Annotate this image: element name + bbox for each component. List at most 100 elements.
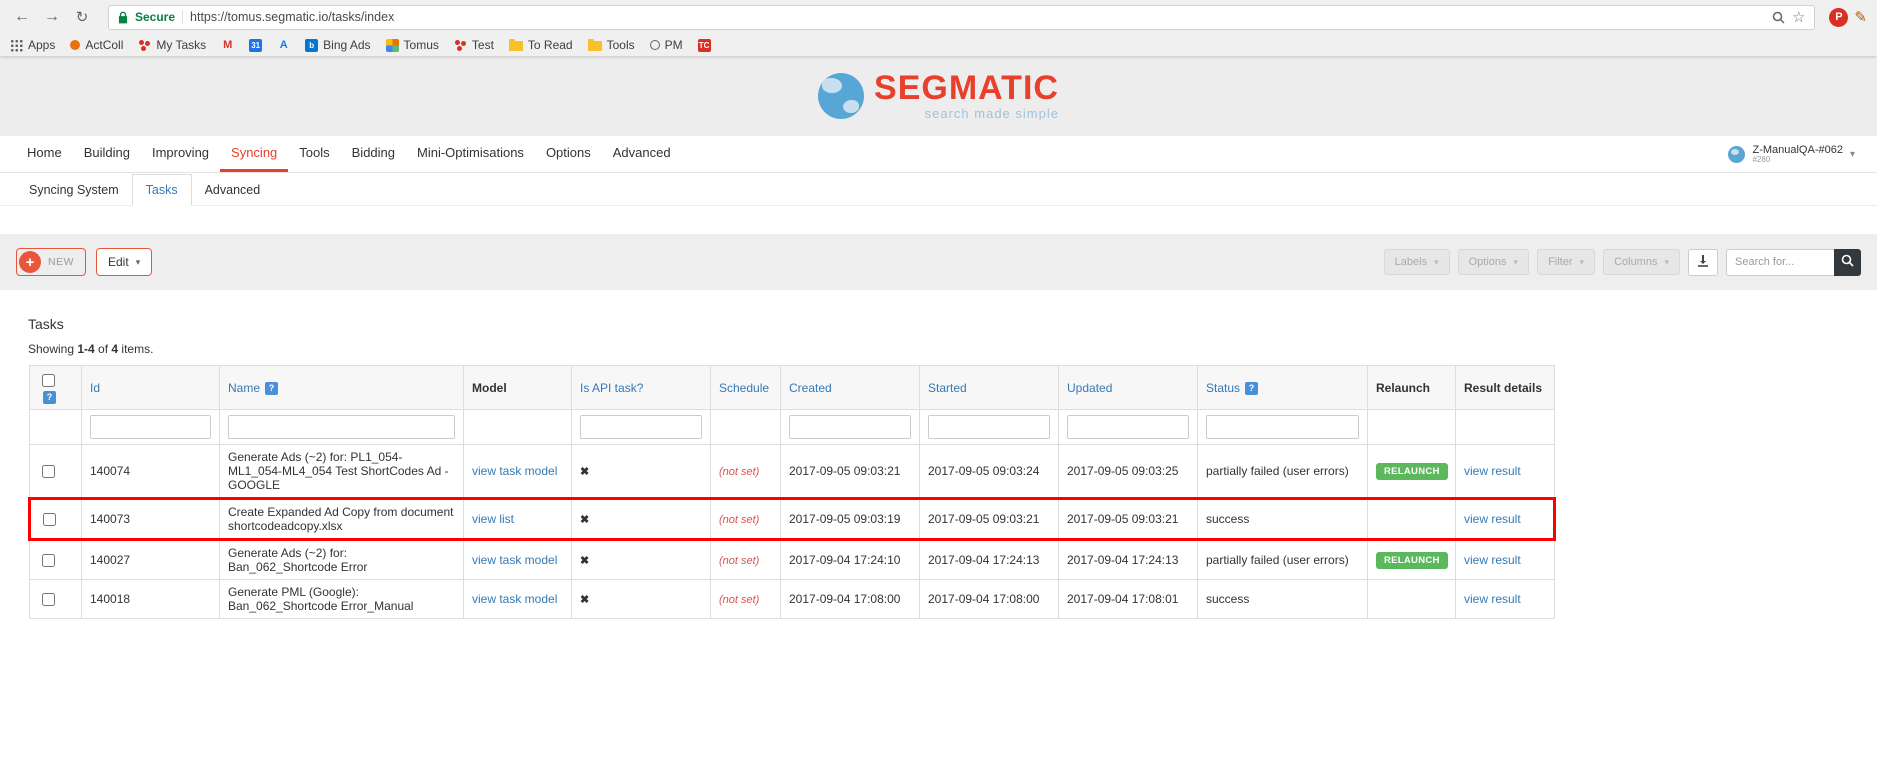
search-button[interactable] (1834, 248, 1861, 276)
bookmark-label: PM (664, 38, 683, 52)
filter-input-started[interactable] (928, 415, 1050, 440)
content-area: Tasks Showing 1-4 of 4 items. ? Id Name? M… (0, 290, 1877, 660)
model-link[interactable]: view task model (472, 553, 557, 567)
filter-cell-model (463, 409, 572, 446)
filter-input-is-api-task[interactable] (580, 415, 702, 440)
pm-clock-icon (649, 40, 660, 50)
bookmark-item[interactable]: ActColl (70, 38, 123, 52)
filter-input-status[interactable] (1206, 415, 1359, 440)
column-header-label[interactable]: Status (1206, 381, 1240, 395)
filter-input-id[interactable] (90, 415, 211, 440)
filter-input-updated[interactable] (1067, 415, 1189, 440)
labels-dropdown-button[interactable]: Labels ▾ (1383, 249, 1450, 275)
column-header-label[interactable]: Name (228, 381, 260, 395)
browser-back-button[interactable]: ← (10, 5, 34, 29)
cell-name: Generate Ads (~2) for: Ban_062_Shortcode… (219, 539, 464, 581)
nav-item-tools[interactable]: Tools (288, 136, 340, 172)
zoom-icon[interactable] (1772, 11, 1785, 24)
browser-toolbar: ← → ↻ Secure https://tomus.segmatic.io/t… (0, 0, 1877, 34)
nav-item-mini-optimisations[interactable]: Mini-Optimisations (406, 136, 535, 172)
bookmark-item[interactable]: b Bing Ads (305, 38, 371, 52)
bookmark-item[interactable]: Apps (10, 38, 55, 52)
bookmark-item[interactable]: My Tasks (138, 38, 206, 52)
row-checkbox[interactable] (42, 464, 55, 478)
filter-dropdown-button[interactable]: Filter ▾ (1537, 249, 1596, 275)
bookmark-item[interactable]: To Read (508, 38, 573, 52)
row-checkbox[interactable] (43, 512, 56, 526)
row-select-cell (29, 539, 82, 581)
search-input[interactable] (1726, 248, 1834, 276)
bookmark-label: Bing Ads (323, 38, 371, 52)
model-link[interactable]: view list (472, 512, 514, 526)
cell-model: view list (463, 497, 572, 542)
bookmark-item[interactable]: Test (454, 38, 494, 52)
bookmark-item[interactable]: A (277, 39, 290, 52)
browser-forward-button[interactable]: → (40, 5, 64, 29)
help-icon[interactable]: ? (43, 391, 56, 405)
help-icon[interactable]: ? (1245, 381, 1259, 395)
nav-item-bidding[interactable]: Bidding (341, 136, 406, 172)
bookmark-item[interactable]: Tools (587, 38, 635, 52)
extension-pencil-icon[interactable]: ✎ (1854, 8, 1867, 26)
relaunch-button[interactable]: RELAUNCH (1376, 551, 1448, 569)
cell-is-api: ✖ (571, 579, 711, 620)
column-header-label[interactable]: Is API task? (580, 381, 643, 395)
cell-relaunch: RELAUNCH (1367, 444, 1456, 500)
bookmark-item[interactable]: M (221, 39, 234, 52)
extension-p-icon[interactable]: P (1829, 7, 1849, 27)
model-link[interactable]: view task model (472, 464, 557, 478)
download-button[interactable] (1688, 248, 1718, 276)
bookmark-item[interactable]: 31 (249, 38, 263, 52)
bookmark-star-icon[interactable]: ☆ (1792, 8, 1805, 26)
filter-input-name[interactable] (228, 415, 455, 440)
column-header-label[interactable]: Created (789, 381, 832, 395)
not-set-label: (not set) (719, 514, 760, 527)
view-result-link[interactable]: view result (1464, 512, 1521, 526)
dropdown-label: Filter (1548, 256, 1573, 268)
view-result-link[interactable]: view result (1464, 592, 1521, 606)
view-result-link[interactable]: view result (1464, 464, 1521, 478)
columns-dropdown-button[interactable]: Columns ▾ (1603, 249, 1680, 275)
filter-input-created[interactable] (789, 415, 911, 440)
row-checkbox[interactable] (42, 553, 55, 567)
nav-item-building[interactable]: Building (73, 136, 141, 172)
cell-updated: 2017-09-04 17:08:01 (1058, 579, 1198, 620)
row-checkbox[interactable] (42, 592, 55, 606)
browser-reload-button[interactable]: ↻ (70, 5, 94, 29)
cell-status: partially failed (user errors) (1197, 444, 1368, 500)
nav-item-advanced[interactable]: Advanced (602, 136, 682, 172)
bookmark-item[interactable]: PM (649, 38, 683, 52)
bookmark-item[interactable]: Tomus (385, 38, 439, 52)
cell-relaunch (1367, 579, 1456, 620)
plus-icon: + (19, 251, 41, 273)
model-link[interactable]: view task model (472, 592, 557, 606)
subnav-item-advanced[interactable]: Advanced (192, 175, 274, 205)
subnav-item-syncing-system[interactable]: Syncing System (16, 175, 132, 205)
select-all-checkbox[interactable] (42, 374, 55, 387)
table-filter-row (29, 409, 1555, 446)
table-body: 140074 Generate Ads (~2) for: PL1_054-ML1… (28, 444, 1556, 620)
user-menu[interactable]: Z-ManualQA-#062 #280 ▾ (1728, 136, 1861, 172)
address-bar[interactable]: Secure https://tomus.segmatic.io/tasks/i… (108, 4, 1816, 30)
nav-item-home[interactable]: Home (16, 136, 73, 172)
cell-relaunch (1367, 497, 1456, 542)
new-button[interactable]: + NEW (16, 248, 86, 276)
subnav-item-tasks[interactable]: Tasks (131, 174, 192, 206)
column-header-label[interactable]: Id (90, 381, 100, 395)
nav-item-options[interactable]: Options (535, 136, 602, 172)
column-header-label[interactable]: Schedule (719, 381, 769, 395)
test-icon (454, 39, 467, 52)
cross-icon: ✖ (580, 594, 590, 607)
nav-item-improving[interactable]: Improving (141, 136, 220, 172)
relaunch-button[interactable]: RELAUNCH (1376, 462, 1448, 480)
options-dropdown-button[interactable]: Options ▾ (1457, 249, 1530, 275)
nav-item-syncing[interactable]: Syncing (220, 136, 289, 172)
view-result-link[interactable]: view result (1464, 553, 1521, 567)
column-header-label[interactable]: Updated (1067, 381, 1112, 395)
edit-dropdown-button[interactable]: Edit ▾ (96, 248, 153, 276)
column-header-label[interactable]: Started (928, 381, 967, 395)
help-icon[interactable]: ? (265, 381, 279, 395)
filter-cell-name (219, 409, 464, 446)
cell-name: Generate PML (Google): Ban_062_Shortcode… (219, 579, 464, 620)
bookmark-item[interactable]: TC (697, 38, 711, 52)
